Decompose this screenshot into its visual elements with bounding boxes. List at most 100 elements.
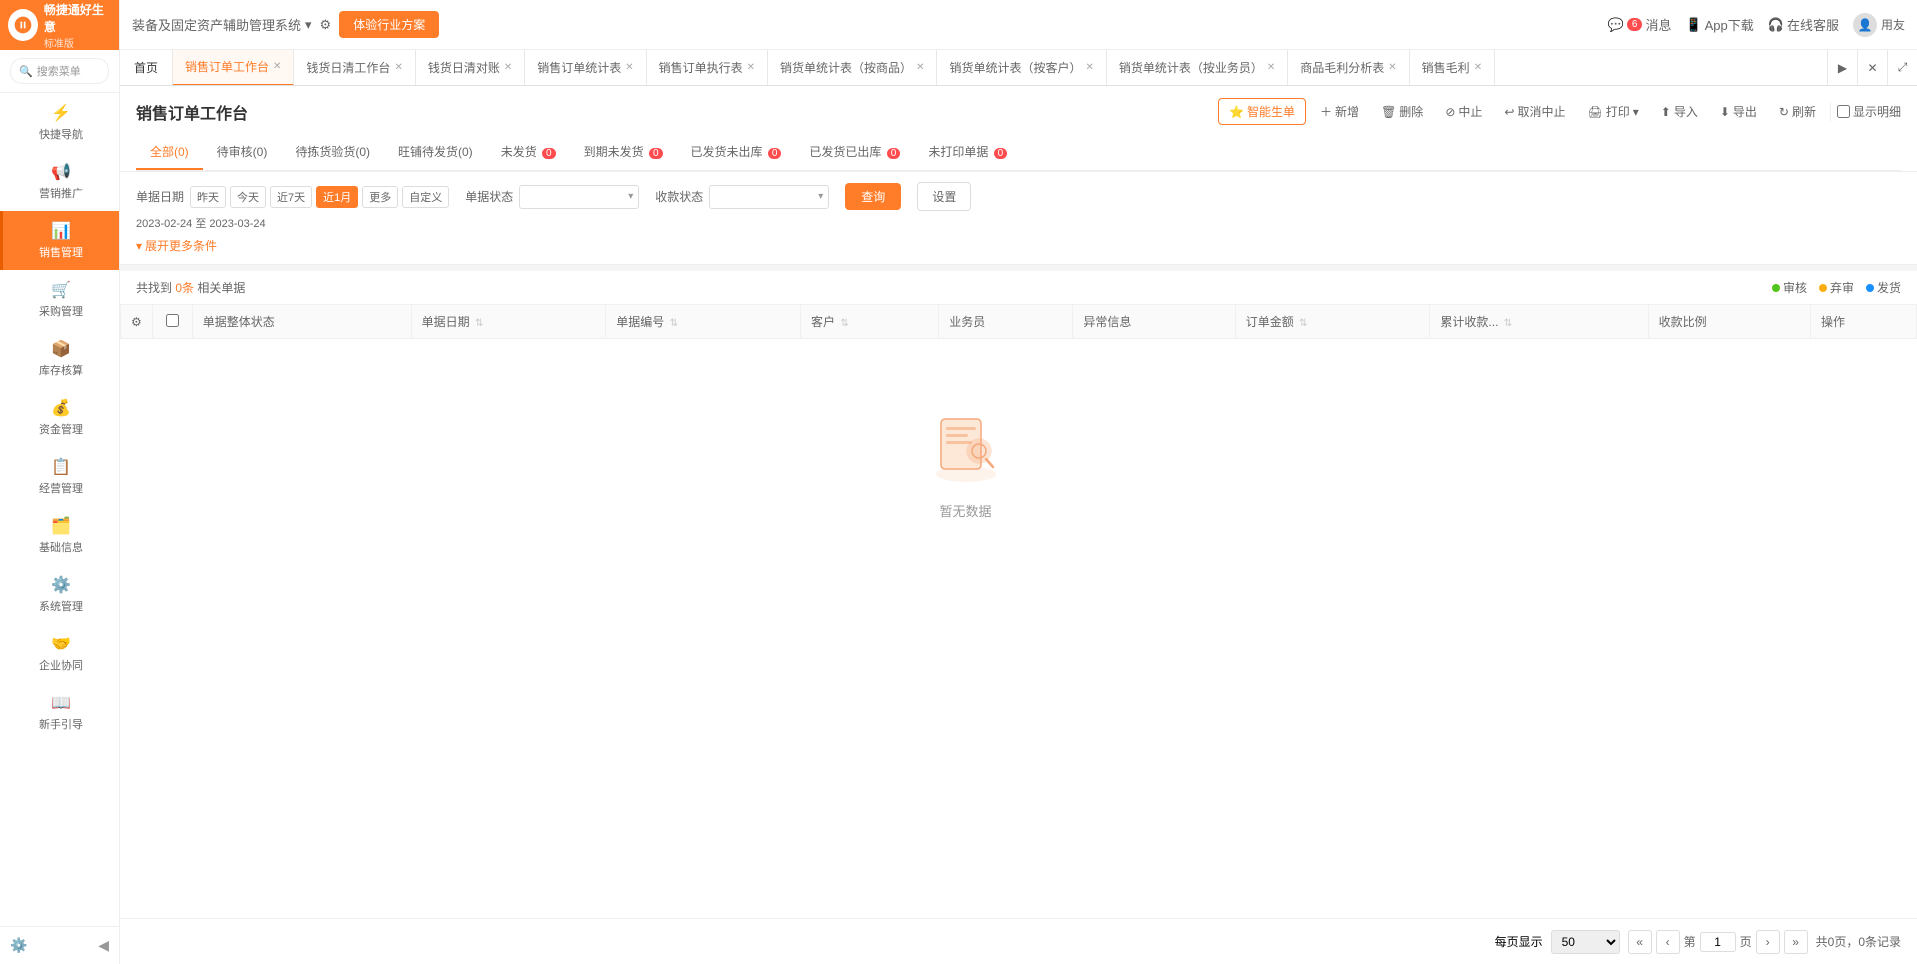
solution-button[interactable]: 体验行业方案 [339,11,439,38]
date-btn-custom[interactable]: 自定义 [402,186,449,208]
sidebar-item-tutorial[interactable]: 📖 新手引导 [0,683,119,742]
stop-button[interactable]: ⊘ 中止 [1437,99,1490,124]
purchase-icon: 🛒 [51,280,71,300]
tab-home[interactable]: 首页 [120,50,173,86]
tab-sales-stat-product[interactable]: 销货单统计表（按商品） ✕ [768,50,937,86]
date-btn-more[interactable]: 更多 [362,186,398,208]
cancel-review-action-button[interactable]: 弃审 [1819,279,1854,296]
review-action-button[interactable]: 审核 [1772,279,1807,296]
cancel-stop-button[interactable]: ↩ 取消中止 [1496,99,1573,124]
sub-tab-not-printed[interactable]: 未打印单据 0 [914,135,1021,170]
app-download-button[interactable]: 📱 App下载 [1685,15,1753,34]
tab-margin-analysis[interactable]: 商品毛利分析表 ✕ [1288,50,1409,86]
tab-sales-stat-customer[interactable]: 销货单统计表（按客户） ✕ [937,50,1106,86]
orders-table: ⚙ 单据整体状态 单据日期 ⇅ 单据编号 ⇅ [120,304,1917,580]
sidebar-settings-button[interactable]: ⚙️ [10,937,27,954]
refresh-button[interactable]: ↻ 刷新 [1771,99,1824,124]
tabs-close-current[interactable]: ✕ [1857,50,1887,86]
th-amount[interactable]: 订单金额 ⇅ [1235,305,1430,339]
add-button[interactable]: ＋ 新增 [1312,99,1367,124]
tab-cash-reconcile[interactable]: 钱货日清对账 ✕ [416,50,525,86]
sidebar-item-enterprise[interactable]: 🤝 企业协同 [0,624,119,683]
tab-close-sales-order[interactable]: ✕ [273,61,281,72]
smart-create-button[interactable]: ⭐ 智能生单 [1218,98,1306,125]
date-btn-today[interactable]: 今天 [230,186,266,208]
tab-close-sales-stat1[interactable]: ✕ [625,62,633,73]
tab-close-margin-analysis[interactable]: ✕ [1388,62,1396,73]
sidebar-item-quick-nav[interactable]: ⚡ 快捷导航 [0,93,119,152]
payment-select[interactable] [709,185,829,209]
filter-area: 单据日期 昨天 今天 近7天 近1月 更多 自定义 单据状态 [120,172,1917,265]
sub-tab-pending-inspect[interactable]: 待拣货验货(0) [281,135,384,170]
th-date[interactable]: 单据日期 ⇅ [411,305,606,339]
page-size-select[interactable]: 50 10 20 100 [1551,930,1620,954]
delete-button[interactable]: 🗑 删除 [1373,99,1431,124]
online-service-button[interactable]: 🎧 在线客服 [1768,15,1839,34]
tab-close-sales-stat-staff[interactable]: ✕ [1267,62,1275,73]
import-button[interactable]: ⬆ 导入 [1653,99,1706,124]
sub-tab-pending-review[interactable]: 待审核(0) [203,135,282,170]
sidebar-item-marketing[interactable]: 📢 营销推广 [0,152,119,211]
show-detail-checkbox[interactable] [1837,105,1850,118]
print-button[interactable]: 🖨 打印 ▾ [1579,99,1646,124]
sidebar-item-purchase[interactable]: 🛒 采购管理 [0,270,119,329]
ship-action-button[interactable]: 发货 [1866,279,1901,296]
tab-close-sales-exec[interactable]: ✕ [747,62,755,73]
select-all-checkbox[interactable] [166,314,179,327]
th-checkbox[interactable] [152,305,192,339]
date-btn-yesterday[interactable]: 昨天 [190,186,226,208]
set-button[interactable]: 设置 [917,182,971,211]
status-select-wrap [519,185,639,209]
sidebar-collapse-button[interactable]: ◀ [98,937,109,954]
prev-page-button[interactable]: ‹ [1656,930,1680,954]
sub-tab-all[interactable]: 全部(0) [136,135,203,170]
sidebar-search-area: 🔍 搜索菜单 [0,50,119,93]
system-title-dropdown[interactable]: 装备及固定资产辅助管理系统 ▾ [132,15,312,34]
sub-tab-shipped-out[interactable]: 已发货已出库 0 [795,135,914,170]
page-content: 销售订单工作台 ⭐ 智能生单 ＋ 新增 🗑 删除 ⊘ [120,86,1917,964]
tabs-scroll-right[interactable]: ▶ [1827,50,1857,86]
sub-tab-wangpu-pending[interactable]: 旺铺待发货(0) [384,135,487,170]
tab-sales-stat-staff[interactable]: 销货单统计表（按业务员） ✕ [1107,50,1288,86]
tab-sales-rate[interactable]: 销售毛利 ✕ [1410,50,1495,86]
th-number[interactable]: 单据编号 ⇅ [606,305,801,339]
sidebar-item-finance[interactable]: 💰 资金管理 [0,388,119,447]
tab-close-cash-daily[interactable]: ✕ [394,62,402,73]
th-settings[interactable]: ⚙ [121,305,153,339]
tab-sales-exec[interactable]: 销售订单执行表 ✕ [647,50,768,86]
date-btn-7days[interactable]: 近7天 [270,186,312,208]
export-button[interactable]: ⬇ 导出 [1712,99,1765,124]
tab-close-cash-reconcile[interactable]: ✕ [504,62,512,73]
status-select[interactable] [519,185,639,209]
sidebar-item-basic-info[interactable]: 🗂️ 基础信息 [0,506,119,565]
page-number-input[interactable] [1700,932,1736,952]
settings-button[interactable]: ⚙ [320,17,332,33]
tab-sales-order[interactable]: 销售订单工作台 ✕ [173,50,294,86]
tab-close-sales-stat-customer[interactable]: ✕ [1085,62,1093,73]
sub-tab-not-shipped[interactable]: 未发货 0 [487,135,570,170]
th-accumulated[interactable]: 累计收款... ⇅ [1430,305,1648,339]
query-button[interactable]: 查询 [845,183,901,210]
sidebar-item-inventory[interactable]: 📦 库存核算 [0,329,119,388]
tab-close-sales-stat-product[interactable]: ✕ [916,62,924,73]
user-menu[interactable]: 👤 用友 [1853,13,1905,37]
tabs-maximize[interactable]: ⤢ [1887,50,1917,86]
sidebar-item-operations[interactable]: 📋 经营管理 [0,447,119,506]
expand-conditions-button[interactable]: ▾ 展开更多条件 [136,237,1901,254]
sidebar-item-system[interactable]: ⚙️ 系统管理 [0,565,119,624]
first-page-button[interactable]: « [1628,930,1652,954]
tab-close-sales-rate[interactable]: ✕ [1474,62,1482,73]
tab-cash-daily[interactable]: 钱货日清工作台 ✕ [294,50,415,86]
next-page-button[interactable]: › [1756,930,1780,954]
tab-sales-stat1[interactable]: 销售订单统计表 ✕ [525,50,646,86]
date-btn-1month[interactable]: 近1月 [316,186,358,208]
sub-tab-shipped-not-out[interactable]: 已发货未出库 0 [677,135,796,170]
message-button[interactable]: 💬 6 消息 [1608,15,1672,34]
sub-tab-overdue-ship[interactable]: 到期未发货 0 [570,135,677,170]
last-page-button[interactable]: » [1784,930,1808,954]
show-detail-checkbox-label[interactable]: 显示明细 [1837,103,1901,120]
payment-filter-label: 收款状态 [655,188,703,205]
th-customer[interactable]: 客户 ⇅ [800,305,938,339]
sidebar-item-sales[interactable]: 📊 销售管理 [0,211,119,270]
search-menu-button[interactable]: 🔍 搜索菜单 [10,58,109,84]
